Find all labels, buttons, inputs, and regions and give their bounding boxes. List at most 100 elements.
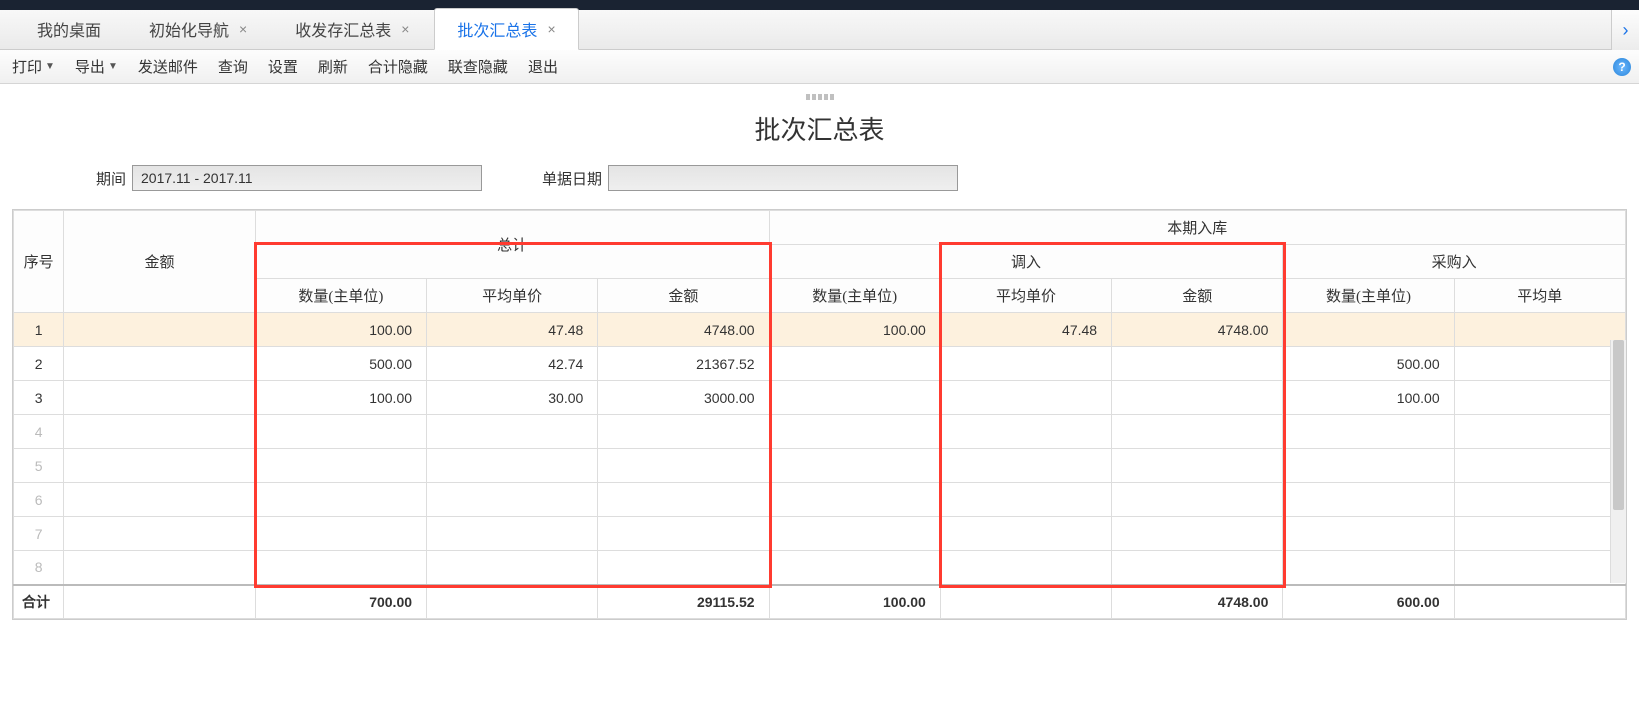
cell-in-amt xyxy=(1112,449,1283,483)
export-button[interactable]: 导出 ▼ xyxy=(75,56,118,77)
cell-seq: 1 xyxy=(14,313,64,347)
hide-total-button[interactable]: 合计隐藏 xyxy=(368,56,428,77)
period-input[interactable]: 2017.11 - 2017.11 xyxy=(132,165,482,191)
cell-amt0 xyxy=(64,517,255,551)
tab-label: 我的桌面 xyxy=(37,17,101,41)
th-price[interactable]: 平均单价 xyxy=(940,279,1111,313)
tabbar: 我的桌面 初始化导航 × 收发存汇总表 × 批次汇总表 × › xyxy=(0,10,1639,50)
cell-in-price: 47.48 xyxy=(940,313,1111,347)
close-icon[interactable]: × xyxy=(547,21,555,37)
cell-total-qty xyxy=(255,449,426,483)
cell-in-price xyxy=(940,381,1111,415)
chevron-down-icon: ▼ xyxy=(45,61,55,72)
footer-in-amt: 4748.00 xyxy=(1112,585,1283,619)
cell-in-amt xyxy=(1112,415,1283,449)
query-button[interactable]: 查询 xyxy=(218,56,248,77)
cell-in-amt xyxy=(1112,551,1283,585)
exit-button[interactable]: 退出 xyxy=(528,56,558,77)
period-filter: 期间 2017.11 - 2017.11 xyxy=(96,165,482,191)
th-amt[interactable]: 金额 xyxy=(598,279,769,313)
cell-pur-qty xyxy=(1283,517,1454,551)
cell-seq: 2 xyxy=(14,347,64,381)
th-qty[interactable]: 数量(主单位) xyxy=(1283,279,1454,313)
vertical-scrollbar[interactable] xyxy=(1610,340,1626,583)
cell-in-amt xyxy=(1112,347,1283,381)
send-mail-button[interactable]: 发送邮件 xyxy=(138,56,198,77)
cell-total-amt: 3000.00 xyxy=(598,381,769,415)
cell-amt0 xyxy=(64,483,255,517)
table-row[interactable]: 6 xyxy=(14,483,1626,517)
cell-amt0 xyxy=(64,381,255,415)
footer-row: 合计 700.00 29115.52 100.00 4748.00 600.00 xyxy=(14,585,1626,619)
cell-total-price xyxy=(427,415,598,449)
cell-in-price xyxy=(940,347,1111,381)
table-row[interactable]: 1100.0047.484748.00100.0047.484748.00 xyxy=(14,313,1626,347)
tab-desktop[interactable]: 我的桌面 xyxy=(14,8,124,49)
cell-total-amt: 4748.00 xyxy=(598,313,769,347)
th-qty[interactable]: 数量(主单位) xyxy=(255,279,426,313)
close-icon[interactable]: × xyxy=(239,21,247,37)
tab-label: 批次汇总表 xyxy=(457,17,537,41)
settings-button[interactable]: 设置 xyxy=(268,56,298,77)
th-qty[interactable]: 数量(主单位) xyxy=(769,279,940,313)
cell-in-amt: 4748.00 xyxy=(1112,313,1283,347)
table-row[interactable]: 8 xyxy=(14,551,1626,585)
th-group-total[interactable]: 总计 xyxy=(255,211,769,279)
cell-seq: 5 xyxy=(14,449,64,483)
help-icon[interactable]: ? xyxy=(1613,58,1631,76)
refresh-button[interactable]: 刷新 xyxy=(318,56,348,77)
tab-overflow-arrow[interactable]: › xyxy=(1611,10,1639,50)
cell-total-amt xyxy=(598,517,769,551)
close-icon[interactable]: × xyxy=(401,21,409,37)
cell-total-qty: 100.00 xyxy=(255,313,426,347)
footer-in-qty: 100.00 xyxy=(769,585,940,619)
th-amt[interactable]: 金额 xyxy=(1112,279,1283,313)
cell-total-qty xyxy=(255,551,426,585)
table-row[interactable]: 7 xyxy=(14,517,1626,551)
page-title: 批次汇总表 xyxy=(0,100,1639,165)
doc-date-filter: 单据日期 xyxy=(542,165,958,191)
th-amount0[interactable]: 金额 xyxy=(64,211,255,313)
table-row[interactable]: 2500.0042.7421367.52500.00 xyxy=(14,347,1626,381)
cell-in-price xyxy=(940,415,1111,449)
footer-pur-qty: 600.00 xyxy=(1283,585,1454,619)
cell-in-price xyxy=(940,449,1111,483)
cell-amt0 xyxy=(64,449,255,483)
cell-total-amt xyxy=(598,415,769,449)
cell-seq: 7 xyxy=(14,517,64,551)
cell-total-qty: 500.00 xyxy=(255,347,426,381)
tab-label: 初始化导航 xyxy=(149,17,229,41)
cell-in-qty xyxy=(769,483,940,517)
hide-link-button[interactable]: 联查隐藏 xyxy=(448,56,508,77)
cell-total-qty xyxy=(255,483,426,517)
print-button[interactable]: 打印 ▼ xyxy=(12,56,55,77)
th-group-purchase-in[interactable]: 采购入 xyxy=(1283,245,1626,279)
cell-pur-price xyxy=(1454,517,1625,551)
th-group-transfer-in[interactable]: 调入 xyxy=(769,245,1283,279)
table-row[interactable]: 5 xyxy=(14,449,1626,483)
th-seq[interactable]: 序号 xyxy=(14,211,64,313)
tab-batch-summary[interactable]: 批次汇总表 × xyxy=(434,8,578,50)
cell-pur-price xyxy=(1454,347,1625,381)
table-row[interactable]: 3100.0030.003000.00100.00 xyxy=(14,381,1626,415)
cell-total-qty xyxy=(255,517,426,551)
footer-total-amt: 29115.52 xyxy=(598,585,769,619)
cell-pur-qty xyxy=(1283,449,1454,483)
period-label: 期间 xyxy=(96,168,126,189)
cell-total-amt xyxy=(598,483,769,517)
cell-in-qty xyxy=(769,449,940,483)
cell-pur-price xyxy=(1454,415,1625,449)
th-group-current-in[interactable]: 本期入库 xyxy=(769,211,1625,245)
cell-pur-price xyxy=(1454,381,1625,415)
cell-pur-price xyxy=(1454,551,1625,585)
doc-date-input[interactable] xyxy=(608,165,958,191)
th-price-partial[interactable]: 平均单 xyxy=(1454,279,1625,313)
table-row[interactable]: 4 xyxy=(14,415,1626,449)
tab-inout-summary[interactable]: 收发存汇总表 × xyxy=(272,8,432,49)
content-area: 批次汇总表 期间 2017.11 - 2017.11 单据日期 xyxy=(0,84,1639,620)
th-price[interactable]: 平均单价 xyxy=(427,279,598,313)
cell-amt0 xyxy=(64,313,255,347)
cell-total-amt: 21367.52 xyxy=(598,347,769,381)
tab-init-nav[interactable]: 初始化导航 × xyxy=(126,8,270,49)
cell-pur-qty xyxy=(1283,551,1454,585)
